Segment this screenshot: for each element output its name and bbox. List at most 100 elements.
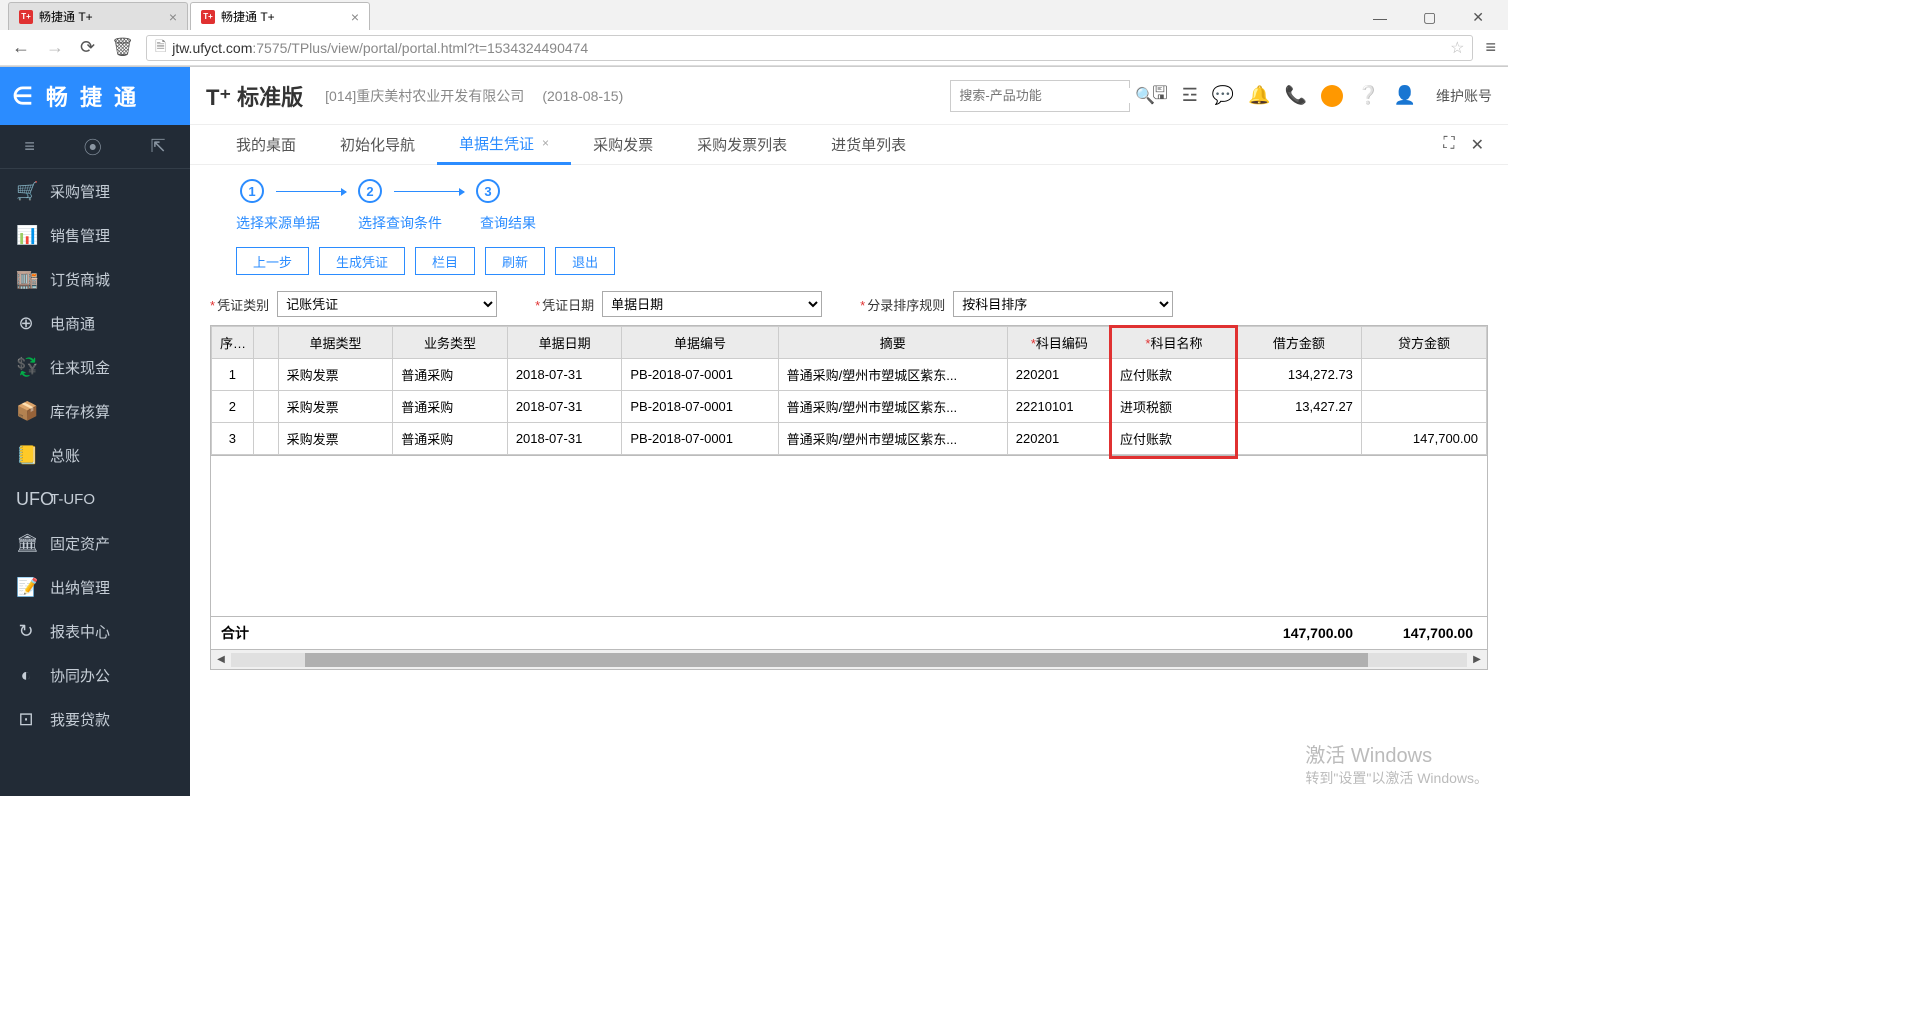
sidebar-item-2[interactable]: 🏬订货商城 [0, 257, 190, 301]
cell-check[interactable] [253, 391, 278, 423]
col-check[interactable] [253, 327, 278, 359]
cell-acct-name[interactable]: 应付账款 [1111, 359, 1236, 391]
product-name: T⁺ 标准版 [206, 80, 303, 112]
scroll-track[interactable] [231, 653, 1467, 667]
exit-button[interactable]: 退出 [555, 247, 615, 275]
phone-icon[interactable]: 📞 [1285, 85, 1307, 106]
back-arrow-icon[interactable]: ∈ [12, 82, 36, 111]
sidebar-item-5[interactable]: 📦库存核算 [0, 389, 190, 433]
page-tab-4[interactable]: 采购发票列表 [675, 125, 809, 165]
page-tab-label: 初始化导航 [340, 134, 415, 155]
wizard-step-1[interactable]: 1 [240, 179, 264, 203]
cell-debit: 13,427.27 [1236, 391, 1361, 423]
sidebar-item-9[interactable]: 📝出纳管理 [0, 565, 190, 609]
col-doc-type[interactable]: 单据类型 [278, 327, 393, 359]
help-icon[interactable]: ❔ [1357, 85, 1379, 106]
page-tab-2[interactable]: 单据生凭证× [437, 125, 571, 165]
page-tab-0[interactable]: 我的桌面 [214, 125, 318, 165]
browser-tab-active[interactable]: T+ 畅捷通 T+ × [190, 2, 370, 30]
close-icon[interactable]: × [542, 136, 549, 150]
table-row[interactable]: 2 采购发票 普通采购 2018-07-31 PB-2018-07-0001 普… [212, 391, 1487, 423]
col-acct-name[interactable]: *科目名称 [1111, 327, 1236, 359]
close-all-icon[interactable]: ✕ [1471, 135, 1484, 155]
wizard-step-2[interactable]: 2 [358, 179, 382, 203]
cell-acct-code[interactable]: 220201 [1007, 359, 1111, 391]
search-box[interactable]: 🔍 [950, 80, 1130, 112]
sort-rule-select[interactable]: 按科目排序 [953, 291, 1173, 317]
table-row[interactable]: 1 采购发票 普通采购 2018-07-31 PB-2018-07-0001 普… [212, 359, 1487, 391]
minimize-button[interactable]: — [1365, 6, 1395, 30]
scroll-thumb[interactable] [305, 653, 1368, 667]
sidebar-item-6[interactable]: 📒总账 [0, 433, 190, 477]
search-input[interactable] [959, 88, 1135, 103]
cell-acct-name[interactable]: 应付账款 [1111, 423, 1236, 455]
wizard-labels: 选择来源单据 选择查询条件 查询结果 [236, 213, 1488, 233]
col-debit[interactable]: 借方金额 [1236, 327, 1361, 359]
page-tab-1[interactable]: 初始化导航 [318, 125, 437, 165]
sidebar-item-12[interactable]: ⊡我要贷款 [0, 697, 190, 741]
voucher-date-select[interactable]: 单据日期 [602, 291, 822, 317]
bookmark-icon[interactable]: ☆ [1450, 38, 1464, 58]
close-button[interactable]: ✕ [1464, 5, 1492, 30]
maximize-button[interactable]: ▢ [1415, 5, 1444, 30]
col-seq[interactable]: 序号 [212, 327, 254, 359]
account-label[interactable]: 维护账号 [1436, 86, 1492, 106]
monkey-icon[interactable] [1321, 85, 1343, 107]
target-icon[interactable]: ⦿ [84, 134, 102, 160]
url-input[interactable]: 🗎 jtw.ufyct.com:7575/TPlus/view/portal/p… [146, 35, 1474, 61]
close-icon[interactable]: × [169, 9, 177, 25]
fullscreen-icon[interactable]: ⛶ [1443, 135, 1454, 155]
cell-doc-type: 采购发票 [278, 423, 393, 455]
page-tab-5[interactable]: 进货单列表 [809, 125, 928, 165]
col-summary[interactable]: 摘要 [778, 327, 1007, 359]
page-tab-3[interactable]: 采购发票 [571, 125, 675, 165]
cell-acct-code[interactable]: 220201 [1007, 423, 1111, 455]
sidebar-item-0[interactable]: 🛒采购管理 [0, 169, 190, 213]
cell-doc-date: 2018-07-31 [507, 359, 622, 391]
col-acct-code[interactable]: *科目编码 [1007, 327, 1111, 359]
scroll-left-icon[interactable]: ◀ [211, 654, 231, 665]
bell-icon[interactable]: 🔔 [1248, 85, 1270, 106]
columns-button[interactable]: 栏目 [415, 247, 475, 275]
col-biz-type[interactable]: 业务类型 [393, 327, 508, 359]
generate-button[interactable]: 生成凭证 [319, 247, 405, 275]
menu-button[interactable]: ≡ [1481, 37, 1500, 58]
cell-acct-name[interactable]: 进项税额 [1111, 391, 1236, 423]
sidebar-item-11[interactable]: ◐协同办公 [0, 653, 190, 697]
scroll-right-icon[interactable]: ▶ [1467, 654, 1487, 665]
wizard-step-3[interactable]: 3 [476, 179, 500, 203]
close-icon[interactable]: × [351, 9, 359, 25]
browser-tab-bar: T+ 畅捷通 T+ × T+ 畅捷通 T+ × — ▢ ✕ [0, 0, 1508, 30]
grid-wrapper: 序号 单据类型 业务类型 单据日期 单据编号 摘要 *科目编码 *科目名称 借方… [210, 325, 1488, 670]
trash-button[interactable]: 🗑 [107, 37, 138, 58]
save-icon[interactable]: 🖫 [1152, 81, 1167, 111]
sidebar-item-8[interactable]: 🏛固定资产 [0, 521, 190, 565]
reload-button[interactable]: ⟳ [76, 37, 99, 58]
cell-acct-code[interactable]: 22210101 [1007, 391, 1111, 423]
horizontal-scrollbar[interactable]: ◀ ▶ [210, 650, 1488, 670]
prev-button[interactable]: 上一步 [236, 247, 309, 275]
export-icon[interactable]: ⇱ [151, 136, 166, 157]
col-doc-date[interactable]: 单据日期 [507, 327, 622, 359]
cell-check[interactable] [253, 359, 278, 391]
chat-icon[interactable]: 💬 [1212, 85, 1234, 106]
cell-debit [1236, 423, 1361, 455]
sidebar-item-1[interactable]: 📊销售管理 [0, 213, 190, 257]
col-doc-no[interactable]: 单据编号 [622, 327, 778, 359]
sidebar-item-label: 报表中心 [50, 621, 110, 642]
sidebar-item-4[interactable]: 💱往来现金 [0, 345, 190, 389]
table-row[interactable]: 3 采购发票 普通采购 2018-07-31 PB-2018-07-0001 普… [212, 423, 1487, 455]
menu-icon[interactable]: ≡ [24, 136, 35, 157]
refresh-button[interactable]: 刷新 [485, 247, 545, 275]
voucher-type-select[interactable]: 记账凭证 [277, 291, 497, 317]
sidebar-item-10[interactable]: ↻报表中心 [0, 609, 190, 653]
sidebar-item-3[interactable]: ⊕电商通 [0, 301, 190, 345]
col-credit[interactable]: 贷方金额 [1361, 327, 1486, 359]
back-button[interactable]: ← [8, 37, 34, 58]
browser-tab[interactable]: T+ 畅捷通 T+ × [8, 2, 188, 30]
user-icon[interactable]: 👤 [1394, 85, 1416, 106]
cell-check[interactable] [253, 423, 278, 455]
sidebar-item-7[interactable]: UFOT-UFO [0, 477, 190, 521]
list-icon[interactable]: ☲ [1182, 85, 1198, 106]
forward-button[interactable]: → [42, 37, 68, 58]
